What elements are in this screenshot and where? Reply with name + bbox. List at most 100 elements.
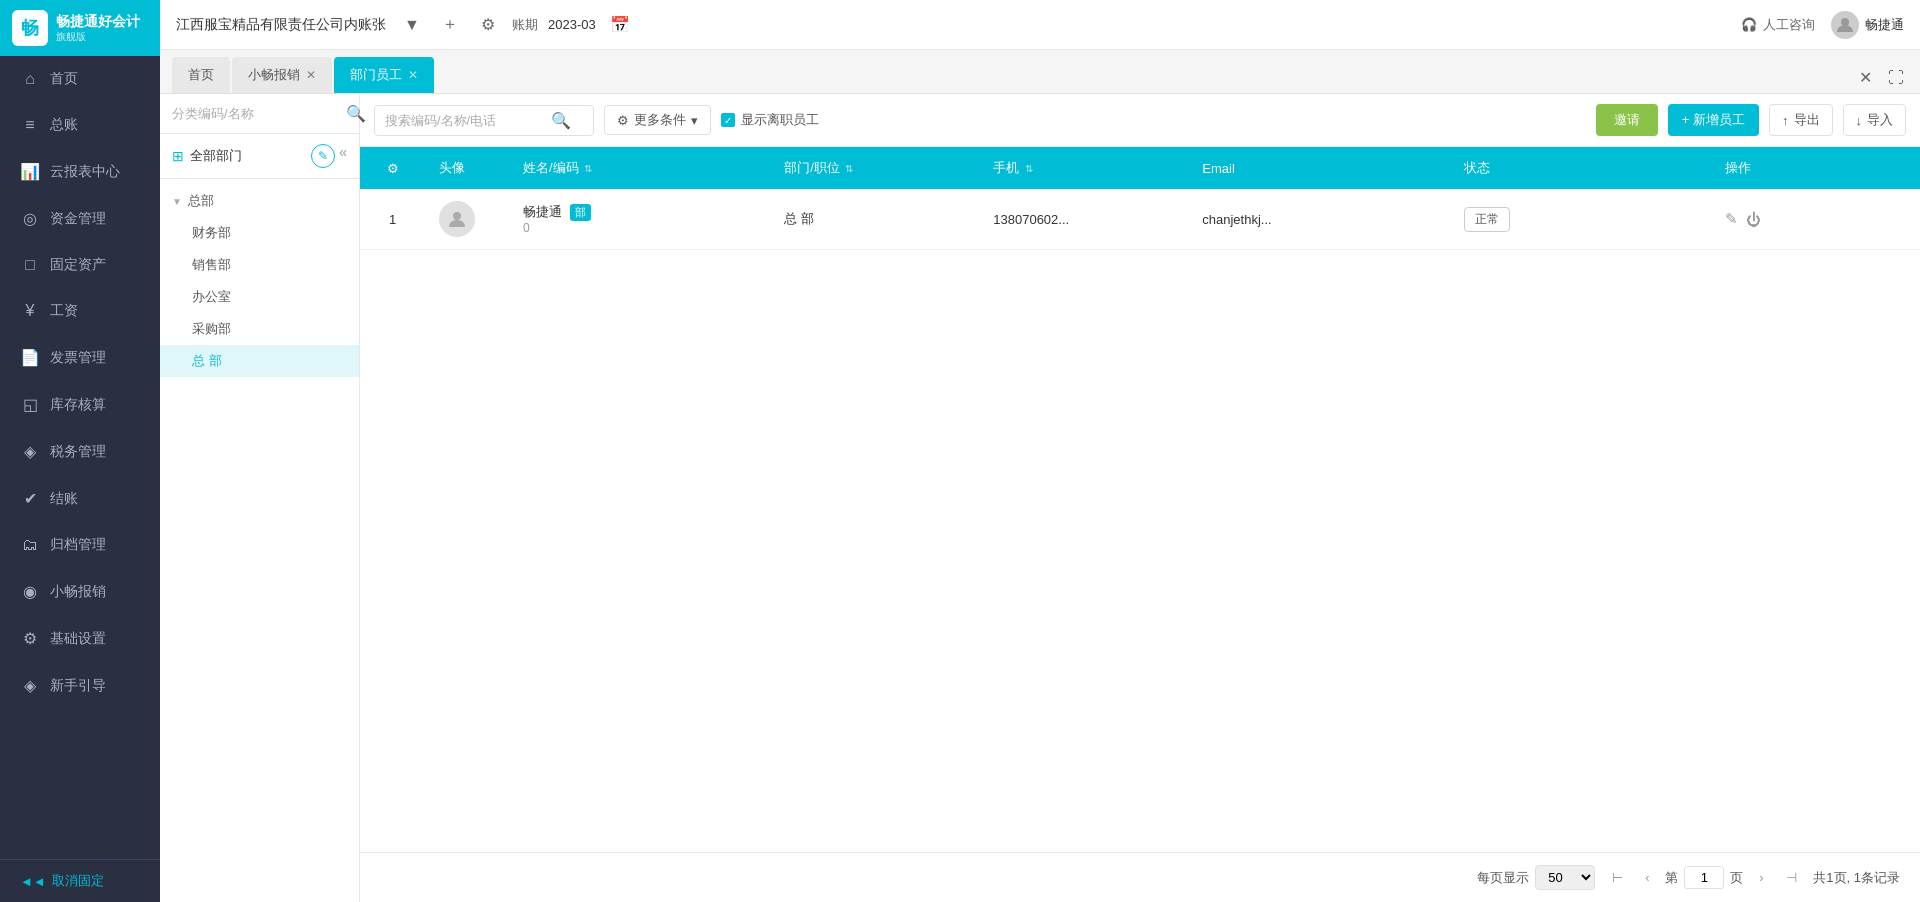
dept-child-sales[interactable]: 销售部 (160, 249, 359, 281)
sidebar-item-archive[interactable]: 🗂 归档管理 (0, 522, 160, 568)
dept-panel: 🔍 ⊞ 全部部门 ✎ « ▼ 总部 (160, 94, 360, 902)
logout-employee-btn[interactable]: ⏻ (1746, 211, 1761, 228)
funds-icon: ◎ (20, 209, 40, 228)
app-logo: 畅 畅捷通好会计 旗舰版 (0, 0, 160, 56)
sidebar-label-invoice: 发票管理 (50, 349, 106, 367)
dept-child-office[interactable]: 办公室 (160, 281, 359, 313)
export-label: 导出 (1794, 111, 1820, 129)
assets-icon: □ (20, 256, 40, 274)
tab-employees[interactable]: 部门员工 ✕ (334, 57, 434, 93)
sidebar-item-invoice[interactable]: 📄 发票管理 (0, 334, 160, 381)
sidebar-label-reports: 云报表中心 (50, 163, 120, 181)
sidebar-label-guide: 新手引导 (50, 677, 106, 695)
sidebar-item-home[interactable]: ⌂ 首页 (0, 56, 160, 102)
sidebar-item-ledger[interactable]: ≡ 总账 (0, 102, 160, 148)
inventory-icon: ◱ (20, 395, 40, 414)
cancel-pin-button[interactable]: ◄◄ 取消固定 (0, 859, 160, 902)
logo-sub: 旗舰版 (56, 30, 140, 44)
settings-btn[interactable]: ⚙ (474, 11, 502, 39)
phone-sort-icon: ⇅ (1025, 163, 1033, 174)
tab-home-label: 首页 (188, 66, 214, 84)
next-page-btn[interactable]: › (1749, 866, 1773, 890)
support-button[interactable]: 🎧 人工咨询 (1741, 16, 1815, 34)
tab-employees-close[interactable]: ✕ (408, 68, 418, 82)
col-email: Email (1188, 147, 1449, 189)
xiaochang-icon: ◉ (20, 582, 40, 601)
sidebar-nav: ⌂ 首页 ≡ 总账 📊 云报表中心 ◎ 资金管理 □ 固定资产 ¥ 工资 📄 发… (0, 56, 160, 859)
resigned-checkbox[interactable]: ✓ (721, 113, 735, 127)
add-company-btn[interactable]: ＋ (436, 11, 464, 39)
logo-text: 畅捷通好会计 (56, 12, 140, 30)
closing-icon: ✔ (20, 489, 40, 508)
svg-point-0 (1841, 18, 1849, 26)
employee-search-input[interactable] (385, 113, 545, 128)
prev-page-btn[interactable]: ‹ (1635, 866, 1659, 890)
page-number-input[interactable] (1684, 866, 1724, 889)
sidebar-item-inventory[interactable]: ◱ 库存核算 (0, 381, 160, 428)
dept-child-general[interactable]: 总 部 (160, 345, 359, 377)
first-page-btn[interactable]: ⊢ (1605, 866, 1629, 890)
reports-icon: 📊 (20, 162, 40, 181)
more-filter-button[interactable]: ⚙ 更多条件 ▾ (604, 105, 711, 135)
employee-search-icon[interactable]: 🔍 (551, 111, 571, 130)
sidebar-item-xiaochang[interactable]: ◉ 小畅报销 (0, 568, 160, 615)
sidebar-item-funds[interactable]: ◎ 资金管理 (0, 195, 160, 242)
col-settings[interactable]: ⚙ (360, 147, 425, 189)
filter-arrow: ▾ (691, 113, 698, 128)
logo-icon: 畅 (12, 10, 48, 46)
page-suffix: 页 (1730, 869, 1743, 887)
name-sort-icon: ⇅ (584, 163, 592, 174)
employee-search-box: 🔍 (374, 105, 594, 136)
sidebar-item-guide[interactable]: ◈ 新手引导 (0, 662, 160, 709)
sidebar-item-settings[interactable]: ⚙ 基础设置 (0, 615, 160, 662)
add-employee-button[interactable]: + 新增员工 (1668, 104, 1759, 136)
import-button[interactable]: ↓ 导入 (1843, 104, 1907, 136)
edit-employee-btn[interactable]: ✎ (1725, 210, 1738, 228)
calendar-icon[interactable]: 📅 (606, 11, 634, 39)
sidebar-item-tax[interactable]: ◈ 税务管理 (0, 428, 160, 475)
dept-label-sales: 销售部 (192, 257, 231, 272)
close-window-btn[interactable]: ✕ (1855, 66, 1876, 89)
dept-label-finance: 财务部 (192, 225, 231, 240)
employee-name: 畅捷通 (523, 203, 562, 221)
dropdown-icon[interactable]: ▼ (398, 11, 426, 39)
show-resigned-toggle[interactable]: ✓ 显示离职员工 (721, 111, 819, 129)
period-label: 账期 (512, 16, 538, 34)
col-dept[interactable]: 部门/职位 ⇅ (770, 147, 979, 189)
topbar-actions: ▼ ＋ ⚙ 账期 2023-03 📅 (398, 11, 634, 39)
dept-header: ⊞ 全部部门 ✎ « (160, 134, 359, 179)
dept-edit-button[interactable]: ✎ (311, 144, 335, 168)
dept-group-hq: ▼ 总部 财务部 销售部 办公室 采购部 (160, 185, 359, 377)
invite-button[interactable]: 邀请 (1596, 104, 1658, 136)
dept-search-input[interactable] (172, 106, 340, 121)
tab-expense-label: 小畅报销 (248, 66, 300, 84)
tab-expense-close[interactable]: ✕ (306, 68, 316, 82)
last-page-btn[interactable]: ⊣ (1779, 866, 1803, 890)
tab-home[interactable]: 首页 (172, 57, 230, 93)
row-name-cell: 畅捷通 部 0 (509, 189, 770, 250)
employee-avatar (439, 201, 475, 237)
dept-child-finance[interactable]: 财务部 (160, 217, 359, 249)
export-button[interactable]: ↑ 导出 (1769, 104, 1833, 136)
sidebar-item-salary[interactable]: ¥ 工资 (0, 288, 160, 334)
sidebar-item-reports[interactable]: 📊 云报表中心 (0, 148, 160, 195)
sidebar-label-salary: 工资 (50, 302, 78, 320)
username: 畅捷通 (1865, 16, 1904, 34)
guide-icon: ◈ (20, 676, 40, 695)
dept-child-purchase[interactable]: 采购部 (160, 313, 359, 345)
dept-parent-hq[interactable]: ▼ 总部 (160, 185, 359, 217)
expand-arrow: ▼ (172, 196, 182, 207)
import-label: 导入 (1867, 111, 1893, 129)
dept-collapse-button[interactable]: « (339, 144, 347, 168)
user-info[interactable]: 畅捷通 (1831, 11, 1904, 39)
col-phone[interactable]: 手机 ⇅ (979, 147, 1188, 189)
expand-window-btn[interactable]: ⛶ (1884, 67, 1908, 89)
row-index: 1 (360, 189, 425, 250)
tab-expense[interactable]: 小畅报销 ✕ (232, 57, 332, 93)
col-name[interactable]: 姓名/编码 ⇅ (509, 147, 770, 189)
sidebar-item-assets[interactable]: □ 固定资产 (0, 242, 160, 288)
dept-badge: 部 (570, 204, 591, 221)
per-page-select[interactable]: 50 20 100 (1535, 865, 1595, 890)
sidebar-item-closing[interactable]: ✔ 结账 (0, 475, 160, 522)
page-body: 🔍 ⊞ 全部部门 ✎ « ▼ 总部 (160, 94, 1920, 902)
